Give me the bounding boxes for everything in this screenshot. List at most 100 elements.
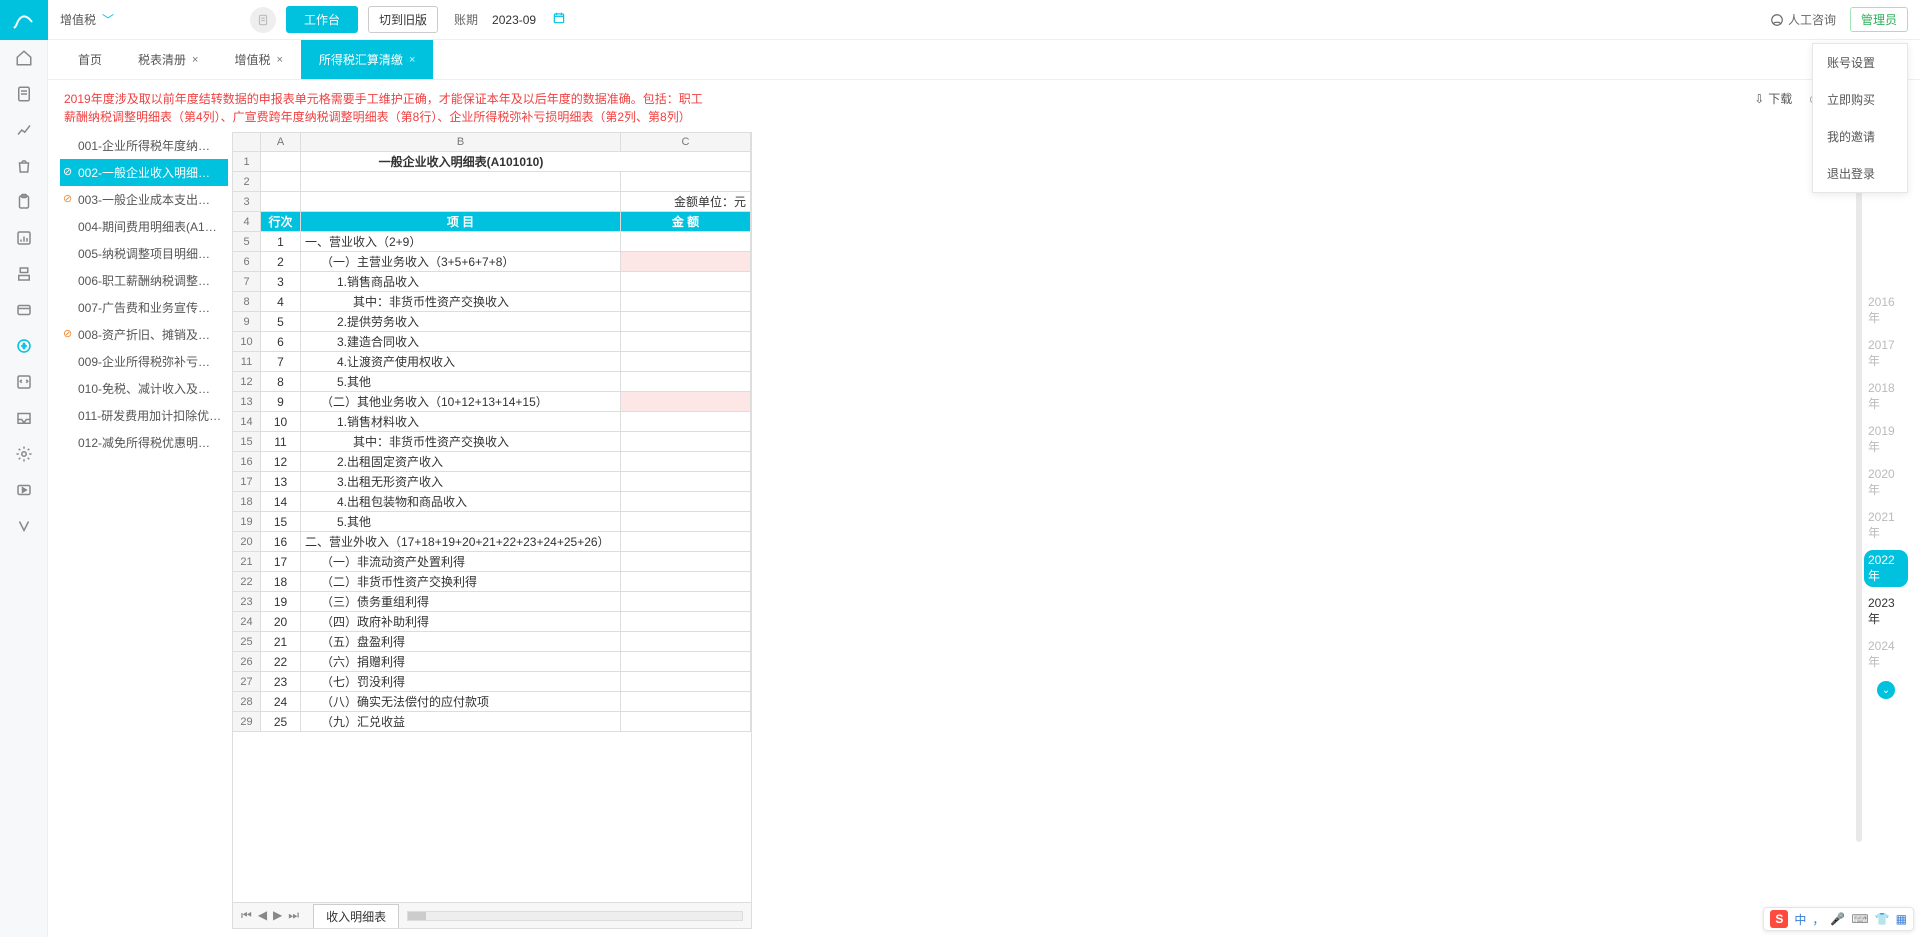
bag-icon[interactable] bbox=[0, 148, 48, 184]
cell-item[interactable]: 4.让渡资产使用权收入 bbox=[301, 352, 621, 371]
year-item[interactable]: 2023年 bbox=[1864, 593, 1908, 630]
cell-item[interactable]: 其中：非货币性资产交换收入 bbox=[301, 432, 621, 451]
nav-prev[interactable]: ◀ bbox=[256, 908, 269, 923]
user-menu-item[interactable]: 我的邀请 bbox=[1813, 118, 1907, 155]
cell-item[interactable]: 5.其他 bbox=[301, 512, 621, 531]
cell-amount[interactable] bbox=[621, 252, 751, 271]
clipboard-icon[interactable] bbox=[0, 184, 48, 220]
tab[interactable]: 增值税× bbox=[216, 40, 300, 79]
h-scrollbar[interactable] bbox=[407, 911, 743, 921]
year-more-icon[interactable]: ⌄ bbox=[1877, 681, 1895, 699]
cell-item[interactable]: 2.出租固定资产收入 bbox=[301, 452, 621, 471]
cell-item[interactable]: （二）其他业务收入（10+12+13+14+15） bbox=[301, 392, 621, 411]
tree-item[interactable]: 007-广告费和业务宣传费跨... bbox=[60, 294, 228, 321]
cell-amount[interactable] bbox=[621, 492, 751, 511]
gear-icon[interactable] bbox=[0, 436, 48, 472]
ime-mic-icon[interactable]: 🎤 bbox=[1830, 912, 1845, 926]
cell-item[interactable]: （一）主营业务收入（3+5+6+7+8） bbox=[301, 252, 621, 271]
cell-item[interactable]: （七）罚没利得 bbox=[301, 672, 621, 691]
cell-amount[interactable] bbox=[621, 592, 751, 611]
cell-amount[interactable] bbox=[621, 712, 751, 731]
cell-item[interactable]: （三）债务重组利得 bbox=[301, 592, 621, 611]
consult-link[interactable]: 人工咨询 bbox=[1770, 11, 1836, 28]
tab[interactable]: 税表清册× bbox=[120, 40, 216, 79]
ime-kbd-icon[interactable]: ⌨ bbox=[1851, 912, 1868, 926]
cell-item[interactable]: 其中：非货币性资产交换收入 bbox=[301, 292, 621, 311]
admin-button[interactable]: 管理员 bbox=[1850, 7, 1908, 32]
user-menu-item[interactable]: 退出登录 bbox=[1813, 155, 1907, 192]
report-icon[interactable] bbox=[0, 220, 48, 256]
cell-item[interactable]: 5.其他 bbox=[301, 372, 621, 391]
video-icon[interactable] bbox=[0, 472, 48, 508]
cell-amount[interactable] bbox=[621, 372, 751, 391]
ime-punct[interactable]: ， bbox=[1812, 911, 1824, 928]
tree-item[interactable]: ⊘008-资产折旧、摊销及纳税... bbox=[60, 321, 228, 348]
cell-amount[interactable] bbox=[621, 332, 751, 351]
box-icon[interactable] bbox=[0, 292, 48, 328]
cell-amount[interactable] bbox=[621, 512, 751, 531]
tree-item[interactable]: 012-减免所得税优惠明细表(... bbox=[60, 429, 228, 456]
doc-icon[interactable] bbox=[0, 76, 48, 112]
nav-first[interactable]: ⏮ bbox=[239, 908, 254, 923]
user-menu-item[interactable]: 账号设置 bbox=[1813, 44, 1907, 81]
transfer-icon[interactable] bbox=[0, 364, 48, 400]
cell-amount[interactable] bbox=[621, 672, 751, 691]
cell-item[interactable]: 二、营业外收入（17+18+19+20+21+22+23+24+25+26） bbox=[301, 532, 621, 551]
sheet-tab[interactable]: 收入明细表 bbox=[313, 904, 399, 928]
tree-item[interactable]: 009-企业所得税弥补亏损明... bbox=[60, 348, 228, 375]
cell-amount[interactable] bbox=[621, 472, 751, 491]
tree-item[interactable]: 005-纳税调整项目明细表(A1... bbox=[60, 240, 228, 267]
app-logo[interactable] bbox=[0, 0, 48, 40]
ime-grid-icon[interactable]: ▦ bbox=[1896, 912, 1907, 926]
cell-amount[interactable] bbox=[621, 572, 751, 591]
nav-last[interactable]: ⏭ bbox=[286, 908, 301, 923]
close-icon[interactable]: × bbox=[276, 54, 282, 66]
year-item[interactable]: 2017年 bbox=[1864, 335, 1908, 372]
close-icon[interactable]: × bbox=[409, 54, 415, 66]
tab[interactable]: 首页 bbox=[60, 40, 120, 79]
circle-button[interactable] bbox=[250, 7, 276, 33]
year-item[interactable]: 2021年 bbox=[1864, 507, 1908, 544]
cell-item[interactable]: （九）汇兑收益 bbox=[301, 712, 621, 731]
cell-amount[interactable] bbox=[621, 632, 751, 651]
v-icon[interactable] bbox=[0, 508, 48, 544]
tree-item[interactable]: 010-免税、减计收入及加计... bbox=[60, 375, 228, 402]
stamp-icon[interactable] bbox=[0, 256, 48, 292]
cell-item[interactable]: 一、营业收入（2+9） bbox=[301, 232, 621, 251]
cell-amount[interactable] bbox=[621, 652, 751, 671]
cell-amount[interactable] bbox=[621, 292, 751, 311]
year-item[interactable]: 2016年 bbox=[1864, 292, 1908, 329]
cell-amount[interactable] bbox=[621, 552, 751, 571]
year-item[interactable]: 2024年 bbox=[1864, 636, 1908, 673]
year-item[interactable]: 2018年 bbox=[1864, 378, 1908, 415]
year-item[interactable]: 2022年 bbox=[1864, 550, 1908, 587]
cell-amount[interactable] bbox=[621, 532, 751, 551]
ime-lang[interactable]: 中 bbox=[1794, 911, 1806, 928]
tree-item[interactable]: ⊘002-一般企业收入明细表(A1... bbox=[60, 159, 228, 186]
tree-item[interactable]: 004-期间费用明细表(A1040... bbox=[60, 213, 228, 240]
workbench-button[interactable]: 工作台 bbox=[286, 6, 358, 33]
cell-item[interactable]: （四）政府补助利得 bbox=[301, 612, 621, 631]
year-item[interactable]: 2019年 bbox=[1864, 421, 1908, 458]
cell-amount[interactable] bbox=[621, 432, 751, 451]
tab[interactable]: 所得税汇算清缴× bbox=[301, 40, 433, 79]
home-icon[interactable] bbox=[0, 40, 48, 76]
cell-item[interactable]: （二）非货币性资产交换利得 bbox=[301, 572, 621, 591]
scrollbar[interactable] bbox=[1856, 182, 1862, 842]
nav-next[interactable]: ▶ bbox=[271, 908, 284, 923]
inbox-icon[interactable] bbox=[0, 400, 48, 436]
cell-amount[interactable] bbox=[621, 392, 751, 411]
cell-amount[interactable] bbox=[621, 352, 751, 371]
cell-item[interactable]: （八）确实无法偿付的应付款项 bbox=[301, 692, 621, 711]
cell-amount[interactable] bbox=[621, 412, 751, 431]
year-item[interactable]: 2020年 bbox=[1864, 464, 1908, 501]
tree-item[interactable]: 006-职工薪酬纳税调整明细... bbox=[60, 267, 228, 294]
tree-item[interactable]: 011-研发费用加计扣除优惠... bbox=[60, 402, 228, 429]
cell-item[interactable]: 3.建造合同收入 bbox=[301, 332, 621, 351]
cell-amount[interactable] bbox=[621, 452, 751, 471]
cell-item[interactable]: 2.提供劳务收入 bbox=[301, 312, 621, 331]
ime-skin-icon[interactable]: 👕 bbox=[1875, 912, 1890, 926]
module-select[interactable]: 增值税 ﹀ bbox=[60, 11, 240, 28]
cell-item[interactable]: 1.销售商品收入 bbox=[301, 272, 621, 291]
download-action[interactable]: ⇩ 下载 bbox=[1754, 90, 1792, 107]
